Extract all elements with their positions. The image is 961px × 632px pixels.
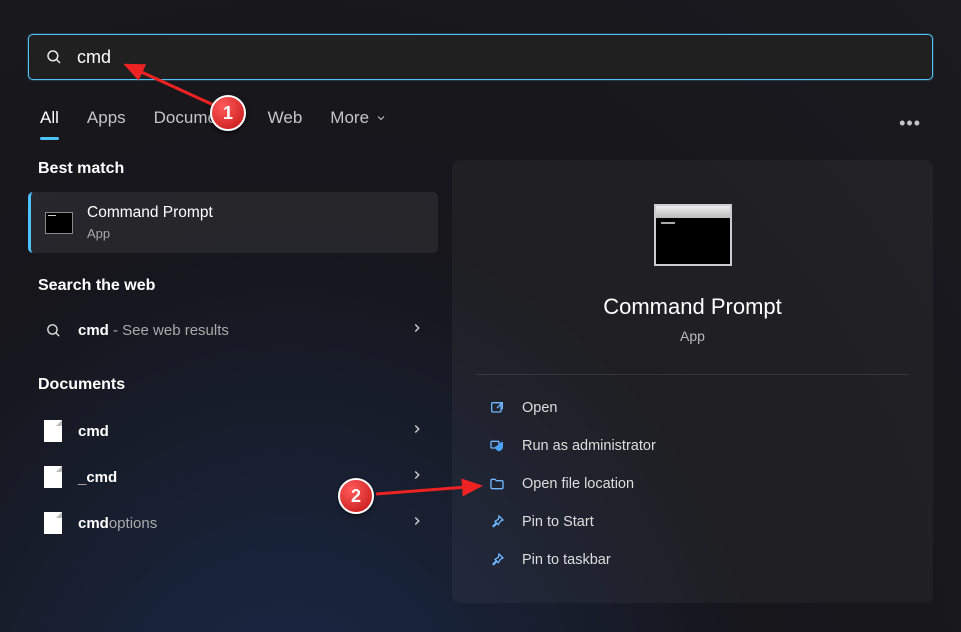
command-prompt-icon [654, 204, 732, 266]
annotation-marker-2: 2 [338, 478, 374, 514]
divider [476, 374, 909, 375]
action-label: Pin to Start [522, 514, 594, 530]
annotation-marker-1: 1 [210, 95, 246, 131]
document-result-item[interactable]: _cmd [28, 454, 438, 500]
tab-all[interactable]: All [40, 108, 59, 138]
pin-icon [488, 513, 506, 531]
action-label: Open [522, 400, 557, 416]
chevron-right-icon [410, 422, 424, 441]
chevron-down-icon [375, 112, 387, 124]
best-match-name: Command Prompt [87, 204, 213, 222]
preview-panel: Command Prompt App Open Run as administr… [452, 160, 933, 603]
best-match-type: App [87, 226, 213, 241]
document-result-item[interactable]: cmd [28, 408, 438, 454]
action-label: Pin to taskbar [522, 552, 611, 568]
document-label: cmd [78, 423, 396, 440]
preview-type: App [476, 328, 909, 344]
pin-to-start-action[interactable]: Pin to Start [476, 503, 909, 541]
document-icon [42, 466, 64, 488]
search-icon [42, 322, 64, 339]
run-as-administrator-action[interactable]: Run as administrator [476, 427, 909, 465]
web-result-label: cmd - See web results [78, 322, 396, 339]
search-icon [45, 48, 63, 66]
chevron-right-icon [410, 321, 424, 340]
search-bar[interactable] [28, 34, 933, 80]
document-result-item[interactable]: cmdoptions [28, 500, 438, 546]
best-match-result[interactable]: Command Prompt App [28, 192, 438, 253]
document-label: cmdoptions [78, 515, 396, 532]
filter-tabs: All Apps Documents Web More ••• [28, 108, 933, 138]
tab-apps[interactable]: Apps [87, 108, 126, 138]
document-icon [42, 420, 64, 442]
action-label: Open file location [522, 476, 634, 492]
folder-icon [488, 475, 506, 493]
document-icon [42, 512, 64, 534]
more-options-button[interactable]: ••• [899, 113, 921, 134]
shield-admin-icon [488, 437, 506, 455]
web-result-item[interactable]: cmd - See web results [28, 309, 438, 352]
best-match-heading: Best match [38, 160, 438, 178]
documents-heading: Documents [38, 376, 438, 394]
command-prompt-icon [45, 212, 73, 234]
tab-more-label: More [330, 108, 369, 128]
tab-more[interactable]: More [330, 108, 387, 138]
search-input[interactable] [63, 47, 916, 68]
pin-icon [488, 551, 506, 569]
preview-title: Command Prompt [476, 294, 909, 320]
pin-to-taskbar-action[interactable]: Pin to taskbar [476, 541, 909, 579]
chevron-right-icon [410, 468, 424, 487]
open-action[interactable]: Open [476, 389, 909, 427]
tab-web[interactable]: Web [268, 108, 303, 138]
open-icon [488, 399, 506, 417]
chevron-right-icon [410, 514, 424, 533]
action-label: Run as administrator [522, 438, 656, 454]
search-web-heading: Search the web [38, 277, 438, 295]
open-file-location-action[interactable]: Open file location [476, 465, 909, 503]
